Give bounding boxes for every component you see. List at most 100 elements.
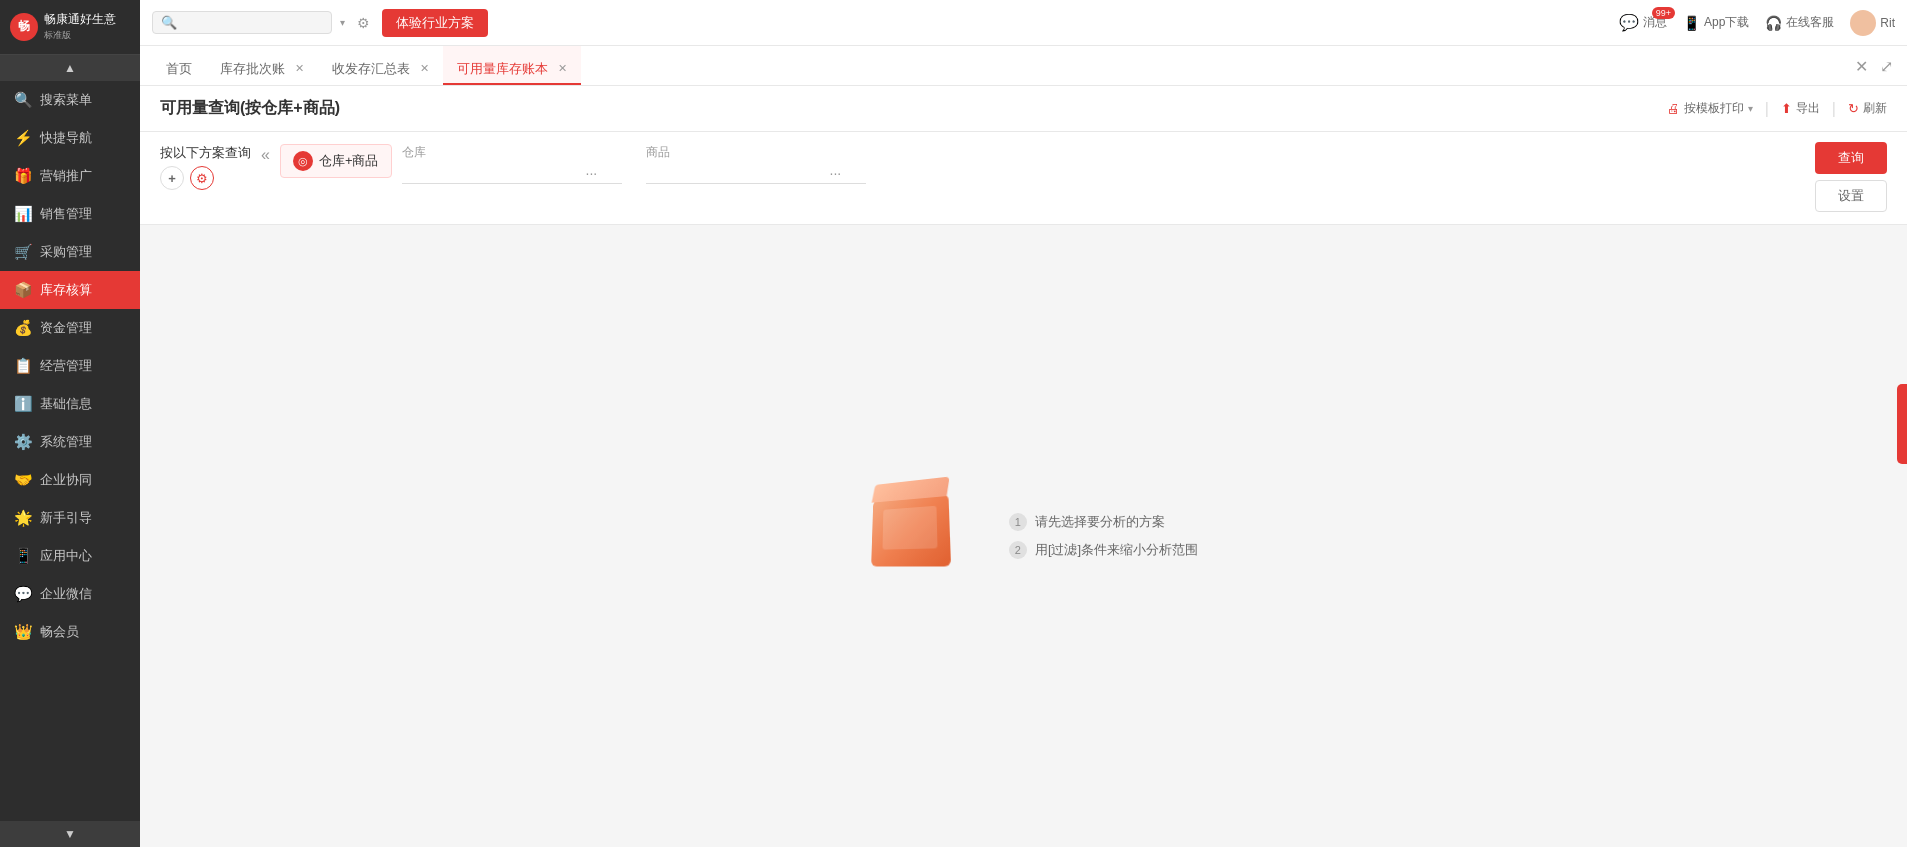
finance-mgmt-icon: 💰 <box>14 319 32 337</box>
sidebar-item-search[interactable]: 🔍 搜索菜单 <box>0 81 140 119</box>
box-face-graphic <box>882 505 937 549</box>
topbar-user-menu[interactable]: Rit <box>1850 10 1895 36</box>
app-center-icon: 📱 <box>14 547 32 565</box>
settings-button[interactable]: 设置 <box>1815 180 1887 212</box>
sidebar-item-label-inventory-calc: 库存核算 <box>40 281 92 299</box>
settings-gear-icon: ⚙ <box>196 171 208 186</box>
sidebar-item-sales-mgmt[interactable]: 📊 销售管理 <box>0 195 140 233</box>
sidebar-item-label-finance-mgmt: 资金管理 <box>40 319 92 337</box>
refresh-action[interactable]: ↻ 刷新 <box>1848 100 1887 117</box>
empty-state: 1 请先选择要分析的方案 2 用[过滤]条件来缩小分析范围 <box>140 225 1907 847</box>
sidebar-scroll-up[interactable]: ▲ <box>0 55 140 81</box>
filter-scheme-selector[interactable]: ◎ 仓库+商品 <box>280 144 392 178</box>
sidebar-item-shortcut[interactable]: ⚡ 快捷导航 <box>0 119 140 157</box>
sidebar-item-enterprise-coop[interactable]: 🤝 企业协同 <box>0 461 140 499</box>
search-input[interactable] <box>181 16 311 30</box>
marketing-promo-icon: 🎁 <box>14 167 32 185</box>
tab-home[interactable]: 首页 <box>152 46 206 85</box>
message-icon: 💬 <box>1619 13 1639 32</box>
page-header: 可用量查询(按仓库+商品) 🖨 按模板打印 ▾ | ⬆ 导出 | ↻ 刷新 <box>140 86 1907 132</box>
sidebar-item-vip-member[interactable]: 👑 畅会员 <box>0 613 140 651</box>
tab-receipt-summary[interactable]: 收发存汇总表 ✕ <box>318 46 443 85</box>
filter-collapse-btn[interactable]: « <box>261 146 270 164</box>
sidebar-item-app-center[interactable]: 📱 应用中心 <box>0 537 140 575</box>
tab-available-qty[interactable]: 可用量库存账本 ✕ <box>443 46 581 85</box>
tab-batch-ledger-close[interactable]: ✕ <box>295 62 304 75</box>
shortcut-icon: ⚡ <box>14 129 32 147</box>
tab-home-label: 首页 <box>166 60 192 78</box>
export-label: 导出 <box>1796 100 1820 117</box>
sidebar-item-ops-mgmt[interactable]: 📋 经营管理 <box>0 347 140 385</box>
goods-field-input[interactable]: ··· <box>646 163 866 184</box>
phone-icon: 📱 <box>1683 15 1700 31</box>
topbar-gear-icon[interactable]: ⚙ <box>353 11 374 35</box>
topbar-app-download[interactable]: 📱 App下载 <box>1683 14 1749 31</box>
inventory-calc-icon: 📦 <box>14 281 32 299</box>
enterprise-coop-icon: 🤝 <box>14 471 32 489</box>
filter-settings-btn[interactable]: ⚙ <box>190 166 214 190</box>
sidebar-item-basic-info[interactable]: ℹ️ 基础信息 <box>0 385 140 423</box>
sidebar-scroll-down[interactable]: ▼ <box>0 821 140 847</box>
tab-close-button[interactable]: ✕ <box>1853 54 1870 77</box>
tab-batch-ledger[interactable]: 库存批次账 ✕ <box>206 46 318 85</box>
query-btn-area: 查询 设置 <box>1815 142 1887 212</box>
print-action[interactable]: 🖨 按模板打印 ▾ <box>1667 100 1753 117</box>
filter-label: 按以下方案查询 <box>160 144 251 162</box>
empty-illustration <box>849 476 969 596</box>
sidebar-item-label-basic-info: 基础信息 <box>40 395 92 413</box>
empty-tip-1: 1 请先选择要分析的方案 <box>1009 513 1198 531</box>
sidebar-item-label-shortcut: 快捷导航 <box>40 129 92 147</box>
warehouse-field-label: 仓库 <box>402 144 622 161</box>
brand-badge: 标准版 <box>44 29 116 42</box>
tab-available-qty-close[interactable]: ✕ <box>558 62 567 75</box>
sidebar-item-marketing-promo[interactable]: 🎁 营销推广 <box>0 157 140 195</box>
topbar-online-service[interactable]: 🎧 在线客服 <box>1765 14 1834 31</box>
warehouse-dots-btn[interactable]: ··· <box>586 165 598 181</box>
topbar-messages[interactable]: 💬 消息 99+ <box>1619 13 1667 32</box>
industry-btn[interactable]: 体验行业方案 <box>382 9 488 37</box>
sidebar-item-purchase-mgmt[interactable]: 🛒 采购管理 <box>0 233 140 271</box>
sidebar-item-finance-mgmt[interactable]: 💰 资金管理 <box>0 309 140 347</box>
export-action[interactable]: ⬆ 导出 <box>1781 100 1820 117</box>
sidebar-item-inventory-calc[interactable]: 📦 库存核算 <box>0 271 140 309</box>
page-content: 可用量查询(按仓库+商品) 🖨 按模板打印 ▾ | ⬆ 导出 | ↻ 刷新 <box>140 86 1907 847</box>
sidebar-item-label-marketing-promo: 营销推广 <box>40 167 92 185</box>
tip-1-text: 请先选择要分析的方案 <box>1035 513 1165 531</box>
scheme-icon: ◎ <box>293 151 313 171</box>
sidebar-item-enterprise-wechat[interactable]: 💬 企业微信 <box>0 575 140 613</box>
goods-input[interactable] <box>646 166 826 181</box>
topbar: 🔍 ▾ ⚙ 体验行业方案 💬 消息 99+ 📱 App下载 🎧 在线客服 Rit <box>140 0 1907 46</box>
search-chevron-icon[interactable]: ▾ <box>340 17 345 28</box>
sidebar-item-label-new-guide: 新手引导 <box>40 509 92 527</box>
refresh-label: 刷新 <box>1863 100 1887 117</box>
goods-dots-btn[interactable]: ··· <box>830 165 842 181</box>
page-actions: 🖨 按模板打印 ▾ | ⬆ 导出 | ↻ 刷新 <box>1667 100 1887 118</box>
brand-logo: 畅 <box>10 13 38 41</box>
vip-member-icon: 👑 <box>14 623 32 641</box>
query-button[interactable]: 查询 <box>1815 142 1887 174</box>
tab-expand-button[interactable]: ⤢ <box>1878 54 1895 77</box>
topbar-search-box[interactable]: 🔍 <box>152 11 332 34</box>
warehouse-input[interactable] <box>402 166 582 181</box>
tabbar: 首页 库存批次账 ✕ 收发存汇总表 ✕ 可用量库存账本 ✕ ✕ ⤢ <box>140 46 1907 86</box>
filter-add-btn[interactable]: + <box>160 166 184 190</box>
sidebar-item-new-guide[interactable]: 🌟 新手引导 <box>0 499 140 537</box>
main-content: 🔍 ▾ ⚙ 体验行业方案 💬 消息 99+ 📱 App下载 🎧 在线客服 Rit <box>140 0 1907 847</box>
brand-title: 畅康通好生意 <box>44 12 116 28</box>
page-title: 可用量查询(按仓库+商品) <box>160 98 340 119</box>
user-name: Rit <box>1880 16 1895 30</box>
sidebar-item-label-enterprise-wechat: 企业微信 <box>40 585 92 603</box>
sidebar-item-label-system-mgmt: 系统管理 <box>40 433 92 451</box>
scheme-label: 仓库+商品 <box>319 152 379 170</box>
warehouse-field-input[interactable]: ··· <box>402 163 622 184</box>
filter-fields: 仓库 ··· 商品 ··· <box>402 144 1806 184</box>
search-icon: 🔍 <box>14 91 32 109</box>
app-label: App下载 <box>1704 14 1749 31</box>
refresh-icon: ↻ <box>1848 101 1859 116</box>
print-chevron-icon[interactable]: ▾ <box>1748 103 1753 114</box>
sidebar-item-label-vip-member: 畅会员 <box>40 623 79 641</box>
tab-receipt-summary-close[interactable]: ✕ <box>420 62 429 75</box>
filter-area: 按以下方案查询 + ⚙ « ◎ 仓库+商品 仓库 <box>140 132 1907 225</box>
sidebar: 畅 畅康通好生意 标准版 ▲ 🔍 搜索菜单 ⚡ 快捷导航 🎁 营销推广 📊 销售… <box>0 0 140 847</box>
sidebar-item-system-mgmt[interactable]: ⚙️ 系统管理 <box>0 423 140 461</box>
